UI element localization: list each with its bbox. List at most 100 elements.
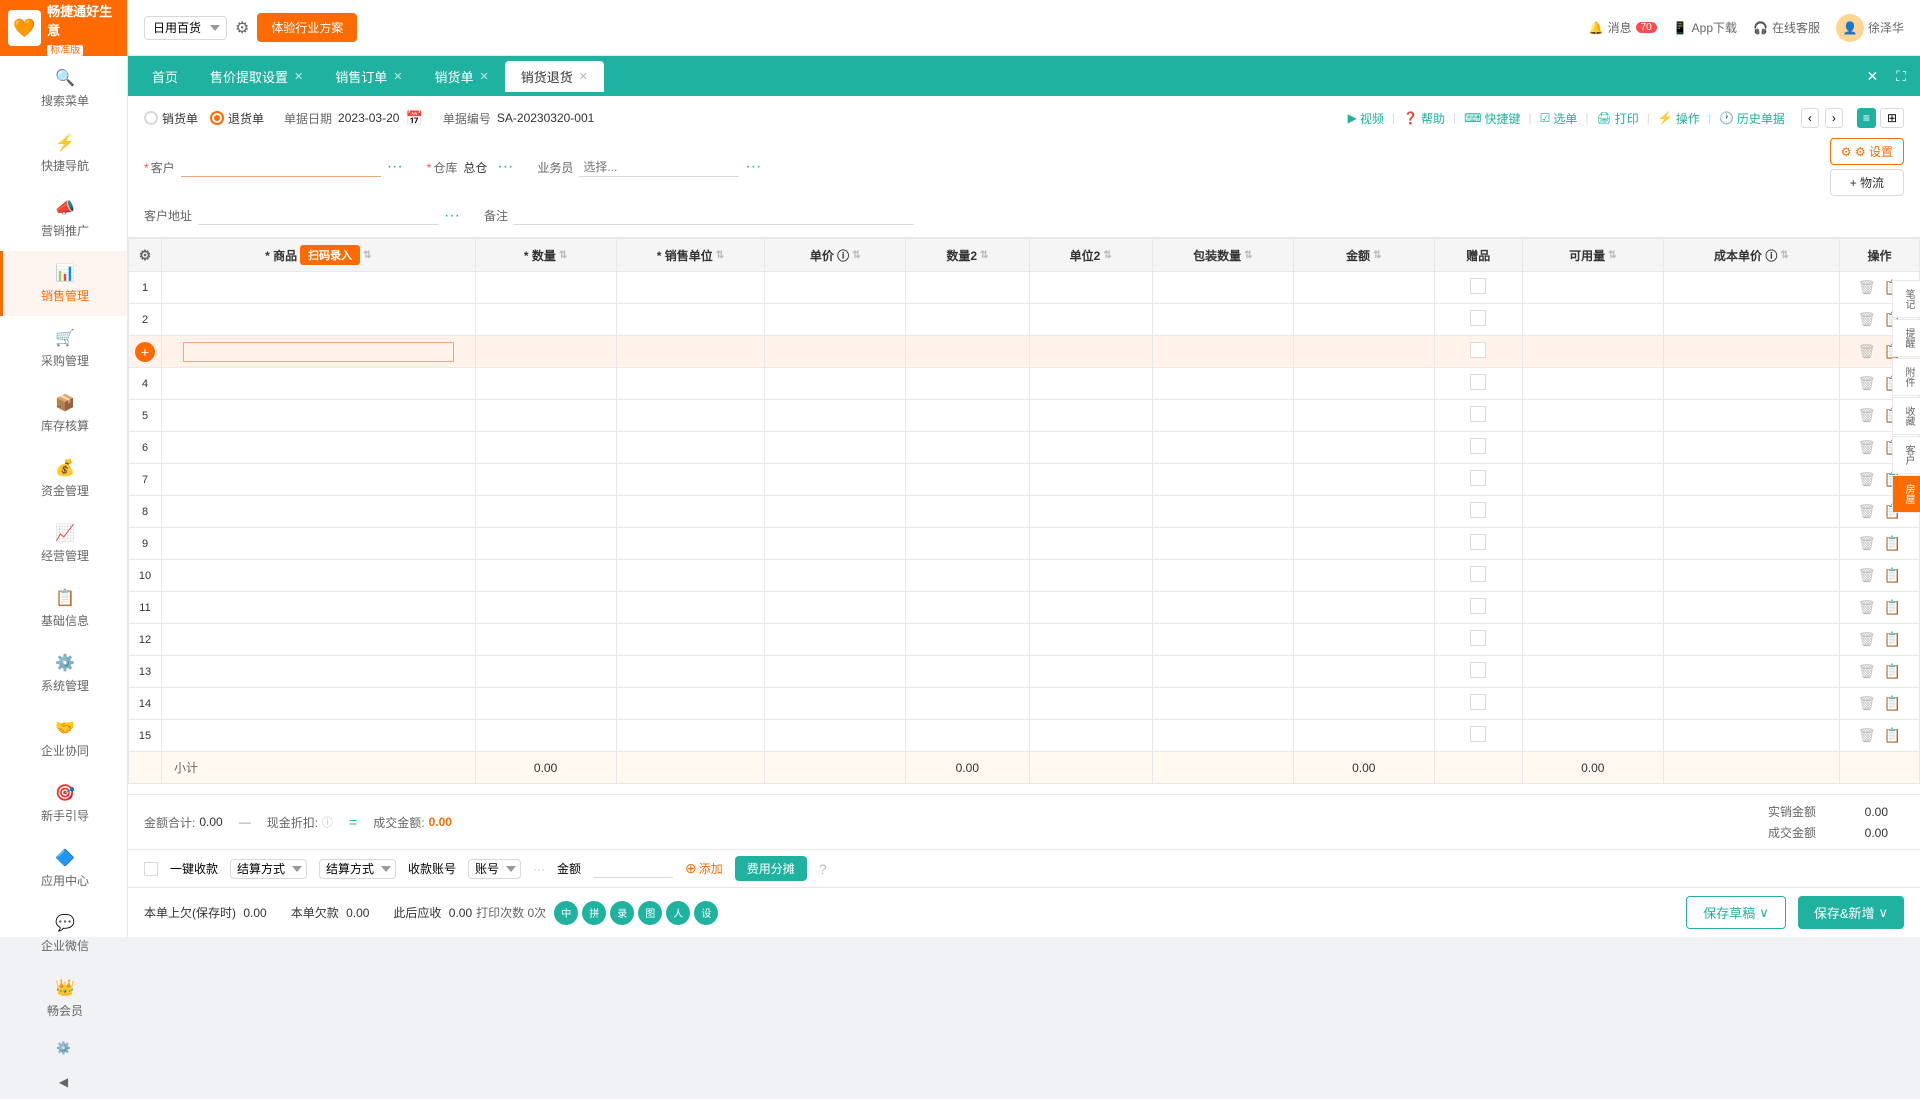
avail-cell-3[interactable] <box>1522 336 1663 368</box>
price-cell-11[interactable] <box>765 592 906 624</box>
amount-cell-8[interactable] <box>1293 496 1434 528</box>
qty-cell-3[interactable] <box>475 336 616 368</box>
cost-cell-12[interactable] <box>1663 624 1839 656</box>
delete-icon-10[interactable]: 🗑 <box>1858 567 1876 584</box>
sort-icon-cost[interactable]: ⇅ <box>1780 250 1788 261</box>
grid-view-btn[interactable]: ⊞ <box>1880 108 1904 128</box>
avail-cell-11[interactable] <box>1522 592 1663 624</box>
calc-method-select[interactable]: 结算方式 <box>230 859 307 879</box>
calendar-icon[interactable]: 📅 <box>405 110 422 127</box>
unit2-cell-15[interactable] <box>1029 720 1152 752</box>
avail-cell-10[interactable] <box>1522 560 1663 592</box>
unit-cell-13[interactable] <box>616 656 765 688</box>
radio-sales-return[interactable]: 退货单 <box>210 110 264 127</box>
unit2-cell-11[interactable] <box>1029 592 1152 624</box>
tab-sales-order[interactable]: 销售订单 ✕ <box>319 61 418 92</box>
cost-cell-15[interactable] <box>1663 720 1839 752</box>
qty-cell-9[interactable] <box>475 528 616 560</box>
unit-cell-11[interactable] <box>616 592 765 624</box>
product-cell-5[interactable] <box>162 400 476 432</box>
unit2-cell-10[interactable] <box>1029 560 1152 592</box>
unit2-cell-13[interactable] <box>1029 656 1152 688</box>
price-cell-15[interactable] <box>765 720 906 752</box>
cost-cell-2[interactable] <box>1663 304 1839 336</box>
unit-cell-9[interactable] <box>616 528 765 560</box>
avail-cell-13[interactable] <box>1522 656 1663 688</box>
amount-cell-14[interactable] <box>1293 688 1434 720</box>
sidebar-item-search[interactable]: 🔍 搜索菜单 <box>0 56 127 121</box>
sidebar-item-sales[interactable]: 📊 销售管理 <box>0 251 127 316</box>
sort-icon-unit[interactable]: ⇅ <box>716 250 724 261</box>
qty-cell-12[interactable] <box>475 624 616 656</box>
pkg-cell-12[interactable] <box>1152 624 1293 656</box>
qty2-cell-15[interactable] <box>906 720 1029 752</box>
product-cell-4[interactable] <box>162 368 476 400</box>
product-cell-15[interactable] <box>162 720 476 752</box>
qty2-cell-8[interactable] <box>906 496 1029 528</box>
copy-icon-12[interactable]: 📋 <box>1884 631 1901 648</box>
amount-cell-1[interactable] <box>1293 272 1434 304</box>
unit2-cell-3[interactable] <box>1029 336 1152 368</box>
pkg-cell-2[interactable] <box>1152 304 1293 336</box>
delete-icon-4[interactable]: 🗑 <box>1858 375 1876 392</box>
sort-icon-avail[interactable]: ⇅ <box>1608 250 1616 261</box>
cost-cell-10[interactable] <box>1663 560 1839 592</box>
product-cell-10[interactable] <box>162 560 476 592</box>
unit2-cell-4[interactable] <box>1029 368 1152 400</box>
price-cell-5[interactable] <box>765 400 906 432</box>
cost-cell-8[interactable] <box>1663 496 1839 528</box>
qty2-cell-13[interactable] <box>906 656 1029 688</box>
bottom-icon-1[interactable]: 中 <box>554 901 578 925</box>
col-settings-icon[interactable]: ⚙ <box>139 247 152 263</box>
staff-select-btn[interactable]: ··· <box>745 158 761 176</box>
avail-cell-4[interactable] <box>1522 368 1663 400</box>
qty2-cell-2[interactable] <box>906 304 1029 336</box>
save-new-btn[interactable]: 保存&新增 ∨ <box>1798 896 1904 929</box>
one-click-checkbox[interactable] <box>144 862 158 876</box>
unit-cell-14[interactable] <box>616 688 765 720</box>
bottom-icon-4[interactable]: 图 <box>638 901 662 925</box>
price-cell-8[interactable] <box>765 496 906 528</box>
unit-cell-6[interactable] <box>616 432 765 464</box>
discount-help-icon[interactable]: ⓘ <box>322 814 333 830</box>
nav-next-btn[interactable]: › <box>1825 108 1843 128</box>
sidebar-item-inventory[interactable]: 📦 库存核算 <box>0 381 127 446</box>
list-view-btn[interactable]: ≡ <box>1857 108 1876 128</box>
history-btn[interactable]: 🕐 历史单据 <box>1719 110 1785 127</box>
amount-input[interactable] <box>593 859 673 878</box>
topbar-settings-btn[interactable]: ⚙ <box>235 18 249 38</box>
delete-icon-1[interactable]: 🗑 <box>1858 279 1876 296</box>
unit2-cell-6[interactable] <box>1029 432 1152 464</box>
amount-cell-11[interactable] <box>1293 592 1434 624</box>
pkg-cell-6[interactable] <box>1152 432 1293 464</box>
price-cell-1[interactable] <box>765 272 906 304</box>
qty-cell-5[interactable] <box>475 400 616 432</box>
cost-cell-4[interactable] <box>1663 368 1839 400</box>
product-cell-12[interactable] <box>162 624 476 656</box>
sidebar-item-apps[interactable]: 🔷 应用中心 <box>0 836 127 901</box>
product-cell-13[interactable] <box>162 656 476 688</box>
qty-cell-8[interactable] <box>475 496 616 528</box>
messages-btn[interactable]: 🔔 消息 70 <box>1589 19 1657 36</box>
sidebar-item-funds[interactable]: 💰 资金管理 <box>0 446 127 511</box>
save-draft-btn[interactable]: 保存草稿 ∨ <box>1686 896 1786 929</box>
qty2-cell-4[interactable] <box>906 368 1029 400</box>
qty2-cell-11[interactable] <box>906 592 1029 624</box>
pkg-cell-5[interactable] <box>1152 400 1293 432</box>
delete-icon-12[interactable]: 🗑 <box>1858 631 1876 648</box>
close-sales-return-icon[interactable]: ✕ <box>579 70 588 83</box>
pkg-cell-15[interactable] <box>1152 720 1293 752</box>
pkg-cell-3[interactable] <box>1152 336 1293 368</box>
qty2-cell-5[interactable] <box>906 400 1029 432</box>
delete-icon-8[interactable]: 🗑 <box>1858 503 1876 520</box>
unit2-cell-9[interactable] <box>1029 528 1152 560</box>
price-cell-12[interactable] <box>765 624 906 656</box>
price-cell-13[interactable] <box>765 656 906 688</box>
qty2-cell-10[interactable] <box>906 560 1029 592</box>
price-cell-2[interactable] <box>765 304 906 336</box>
close-tab-btn[interactable]: ✕ <box>1860 66 1884 87</box>
sidebar-item-basic[interactable]: 📋 基础信息 <box>0 576 127 641</box>
cost-cell-11[interactable] <box>1663 592 1839 624</box>
amount-cell-12[interactable] <box>1293 624 1434 656</box>
cost-cell-7[interactable] <box>1663 464 1839 496</box>
